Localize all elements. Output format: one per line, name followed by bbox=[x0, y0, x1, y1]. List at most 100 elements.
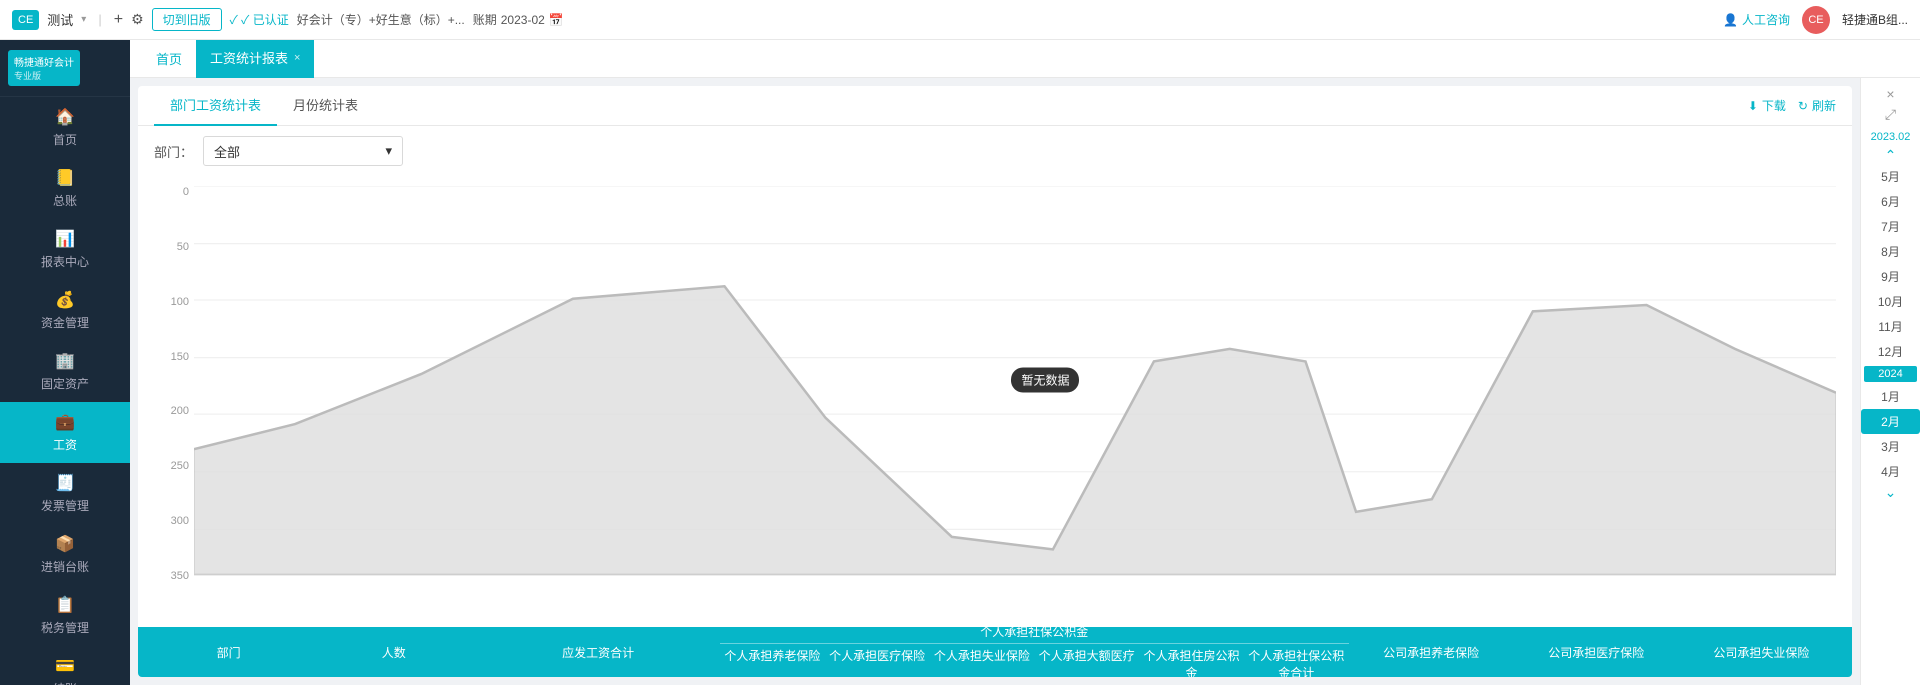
user-avatar[interactable]: CE bbox=[1802, 6, 1830, 34]
report-icon: 📊 bbox=[55, 229, 75, 249]
sidebar-label-assets: 固定资产 bbox=[41, 375, 89, 392]
certified-badge: ✓ ✓ 已认证 bbox=[230, 11, 289, 28]
month-scroll-down-btn[interactable]: ⌄ bbox=[1885, 484, 1897, 501]
month-item-8[interactable]: 8月 bbox=[1861, 239, 1920, 264]
y-label-300: 300 bbox=[154, 515, 189, 527]
right-panel-close-btn[interactable]: × bbox=[1886, 86, 1894, 102]
sidebar-item-ledger[interactable]: 📒 总账 bbox=[0, 158, 130, 219]
month-item-10[interactable]: 10月 bbox=[1861, 289, 1920, 314]
right-panel-expand-btn[interactable]: ⤢ bbox=[1885, 106, 1896, 123]
y-label-350: 350 bbox=[154, 570, 189, 582]
settings-icon[interactable]: ⚙ bbox=[131, 11, 144, 28]
y-label-150: 150 bbox=[154, 351, 189, 363]
top-header: CE 测试 ▾ | + ⚙ 切到旧版 ✓ ✓ 已认证 好会计（专）+好生意（标）… bbox=[0, 0, 1920, 40]
salary-icon: 💼 bbox=[55, 412, 75, 432]
month-item-4[interactable]: 4月 bbox=[1861, 459, 1920, 484]
header-right: 👤 人工咨询 CE 轻捷通B组... bbox=[1723, 6, 1908, 34]
main-layout: 畅捷通好会计 专业版 🏠 首页 📒 总账 📊 报表中心 💰 资金管理 🏢 固定资… bbox=[0, 40, 1920, 685]
user-name: 轻捷通B组... bbox=[1842, 11, 1908, 28]
sidebar-item-trade[interactable]: 📦 进销台账 bbox=[0, 524, 130, 585]
sidebar-item-home[interactable]: 🏠 首页 bbox=[0, 97, 130, 158]
company-name: 测试 bbox=[47, 10, 73, 29]
th-unemployment: 个人承担失业保险 bbox=[930, 647, 1035, 677]
trade-icon: 📦 bbox=[55, 534, 75, 554]
sidebar-item-tax[interactable]: 📋 税务管理 bbox=[0, 585, 130, 646]
page-content: 部门工资统计表 月份统计表 ⬇ 下载 ↻ 刷新 bbox=[130, 78, 1920, 685]
month-item-12[interactable]: 12月 bbox=[1861, 339, 1920, 364]
month-item-1[interactable]: 1月 bbox=[1861, 384, 1920, 409]
period-info: 账期 2023-02 📅 bbox=[473, 11, 564, 28]
sidebar-logo-box: 畅捷通好会计 专业版 bbox=[8, 50, 80, 86]
sidebar-item-settle[interactable]: 💳 结账 bbox=[0, 646, 130, 685]
calendar-icon[interactable]: 📅 bbox=[549, 13, 564, 27]
sub-tab-dept[interactable]: 部门工资统计表 bbox=[154, 86, 277, 126]
period-value: 2023-02 bbox=[501, 13, 545, 27]
sub-tab-month[interactable]: 月份统计表 bbox=[277, 86, 374, 126]
sidebar-label-tax: 税务管理 bbox=[41, 619, 89, 636]
right-panel: × ⤢ 2023.02 ⌃ 5月 6月 7月 8月 9月 10月 11月 12月… bbox=[1860, 78, 1920, 685]
chart-container: 350 300 250 200 150 100 50 0 bbox=[154, 186, 1836, 617]
y-label-250: 250 bbox=[154, 460, 189, 472]
chart-area: 350 300 250 200 150 100 50 0 bbox=[138, 176, 1852, 627]
home-icon: 🏠 bbox=[55, 107, 75, 127]
th-personal-total: 个人承担社保公积金合计 bbox=[1244, 647, 1349, 677]
sidebar-item-salary[interactable]: 💼 工资 bbox=[0, 402, 130, 463]
sidebar-label-finance: 资金管理 bbox=[41, 314, 89, 331]
y-label-0: 0 bbox=[154, 186, 189, 198]
tab-close-icon[interactable]: × bbox=[294, 52, 300, 64]
th-group-cells: 个人承担养老保险 个人承担医疗保险 个人承担失业保险 个人承担大额医疗 bbox=[720, 647, 1349, 677]
divider1: | bbox=[98, 12, 101, 27]
sidebar-item-invoice[interactable]: 🧾 发票管理 bbox=[0, 463, 130, 524]
ledger-icon: 📒 bbox=[55, 168, 75, 188]
y-axis: 350 300 250 200 150 100 50 0 bbox=[154, 186, 189, 587]
month-item-3[interactable]: 3月 bbox=[1861, 434, 1920, 459]
month-item-2-active[interactable]: 2月 bbox=[1861, 409, 1920, 434]
th-group-personal: 个人承担社保公积金 个人承担养老保险 个人承担医疗保险 个人承担失业保险 bbox=[720, 623, 1349, 677]
refresh-btn[interactable]: ↻ 刷新 bbox=[1798, 97, 1836, 114]
month-item-9[interactable]: 9月 bbox=[1861, 264, 1920, 289]
month-item-7[interactable]: 7月 bbox=[1861, 214, 1920, 239]
y-label-100: 100 bbox=[154, 296, 189, 308]
th-people: 人数 bbox=[311, 644, 476, 661]
account-type: 好会计（专）+好生意（标）+... bbox=[297, 11, 465, 28]
sidebar-item-finance[interactable]: 💰 资金管理 bbox=[0, 280, 130, 341]
year-label: 2023.02 bbox=[1871, 131, 1911, 143]
tab-home[interactable]: 首页 bbox=[142, 49, 196, 68]
finance-icon: 💰 bbox=[55, 290, 75, 310]
y-label-200: 200 bbox=[154, 405, 189, 417]
filter-label: 部门： bbox=[154, 142, 193, 161]
settle-icon: 💳 bbox=[55, 656, 75, 676]
download-btn[interactable]: ⬇ 下载 bbox=[1748, 97, 1786, 114]
month-item-5[interactable]: 5月 bbox=[1861, 164, 1920, 189]
sidebar-label-home: 首页 bbox=[53, 131, 77, 148]
sub-tab-actions: ⬇ 下载 ↻ 刷新 bbox=[1748, 97, 1836, 114]
service-btn[interactable]: 👤 人工咨询 bbox=[1723, 11, 1790, 28]
sidebar-item-report[interactable]: 📊 报表中心 bbox=[0, 219, 130, 280]
refresh-icon: ↻ bbox=[1798, 99, 1808, 113]
invoice-icon: 🧾 bbox=[55, 473, 75, 493]
th-dept: 部门 bbox=[146, 644, 311, 661]
main-panel: 部门工资统计表 月份统计表 ⬇ 下载 ↻ 刷新 bbox=[138, 86, 1852, 677]
select-arrow-icon: ▾ bbox=[385, 143, 392, 159]
department-select[interactable]: 全部 ▾ bbox=[203, 136, 403, 166]
switch-btn[interactable]: 切到旧版 bbox=[152, 8, 222, 31]
month-item-6[interactable]: 6月 bbox=[1861, 189, 1920, 214]
sidebar-item-assets[interactable]: 🏢 固定资产 bbox=[0, 341, 130, 402]
sidebar-label-salary: 工资 bbox=[53, 436, 77, 453]
sidebar-logo: 畅捷通好会计 专业版 bbox=[0, 40, 130, 97]
tax-icon: 📋 bbox=[55, 595, 75, 615]
content-area: 首页 工资统计报表 × 部门工资统计表 月份统计表 bbox=[130, 40, 1920, 685]
chart-svg bbox=[194, 186, 1836, 587]
sidebar: 畅捷通好会计 专业版 🏠 首页 📒 总账 📊 报表中心 💰 资金管理 🏢 固定资… bbox=[0, 40, 130, 685]
th-pension: 个人承担养老保险 bbox=[720, 647, 825, 677]
th-company-pension: 公司承担养老保险 bbox=[1349, 644, 1514, 661]
company-dropdown-icon[interactable]: ▾ bbox=[81, 14, 86, 25]
add-icon[interactable]: + bbox=[114, 11, 123, 29]
app-logo: CE bbox=[12, 10, 39, 30]
month-item-11[interactable]: 11月 bbox=[1861, 314, 1920, 339]
th-company-medical: 公司承担医疗保险 bbox=[1514, 644, 1679, 661]
tab-salary-report[interactable]: 工资统计报表 × bbox=[196, 40, 314, 78]
month-scroll-up-btn[interactable]: ⌃ bbox=[1885, 147, 1897, 164]
sidebar-label-settle: 结账 bbox=[53, 680, 77, 685]
th-major-medical: 个人承担大额医疗 bbox=[1034, 647, 1139, 677]
